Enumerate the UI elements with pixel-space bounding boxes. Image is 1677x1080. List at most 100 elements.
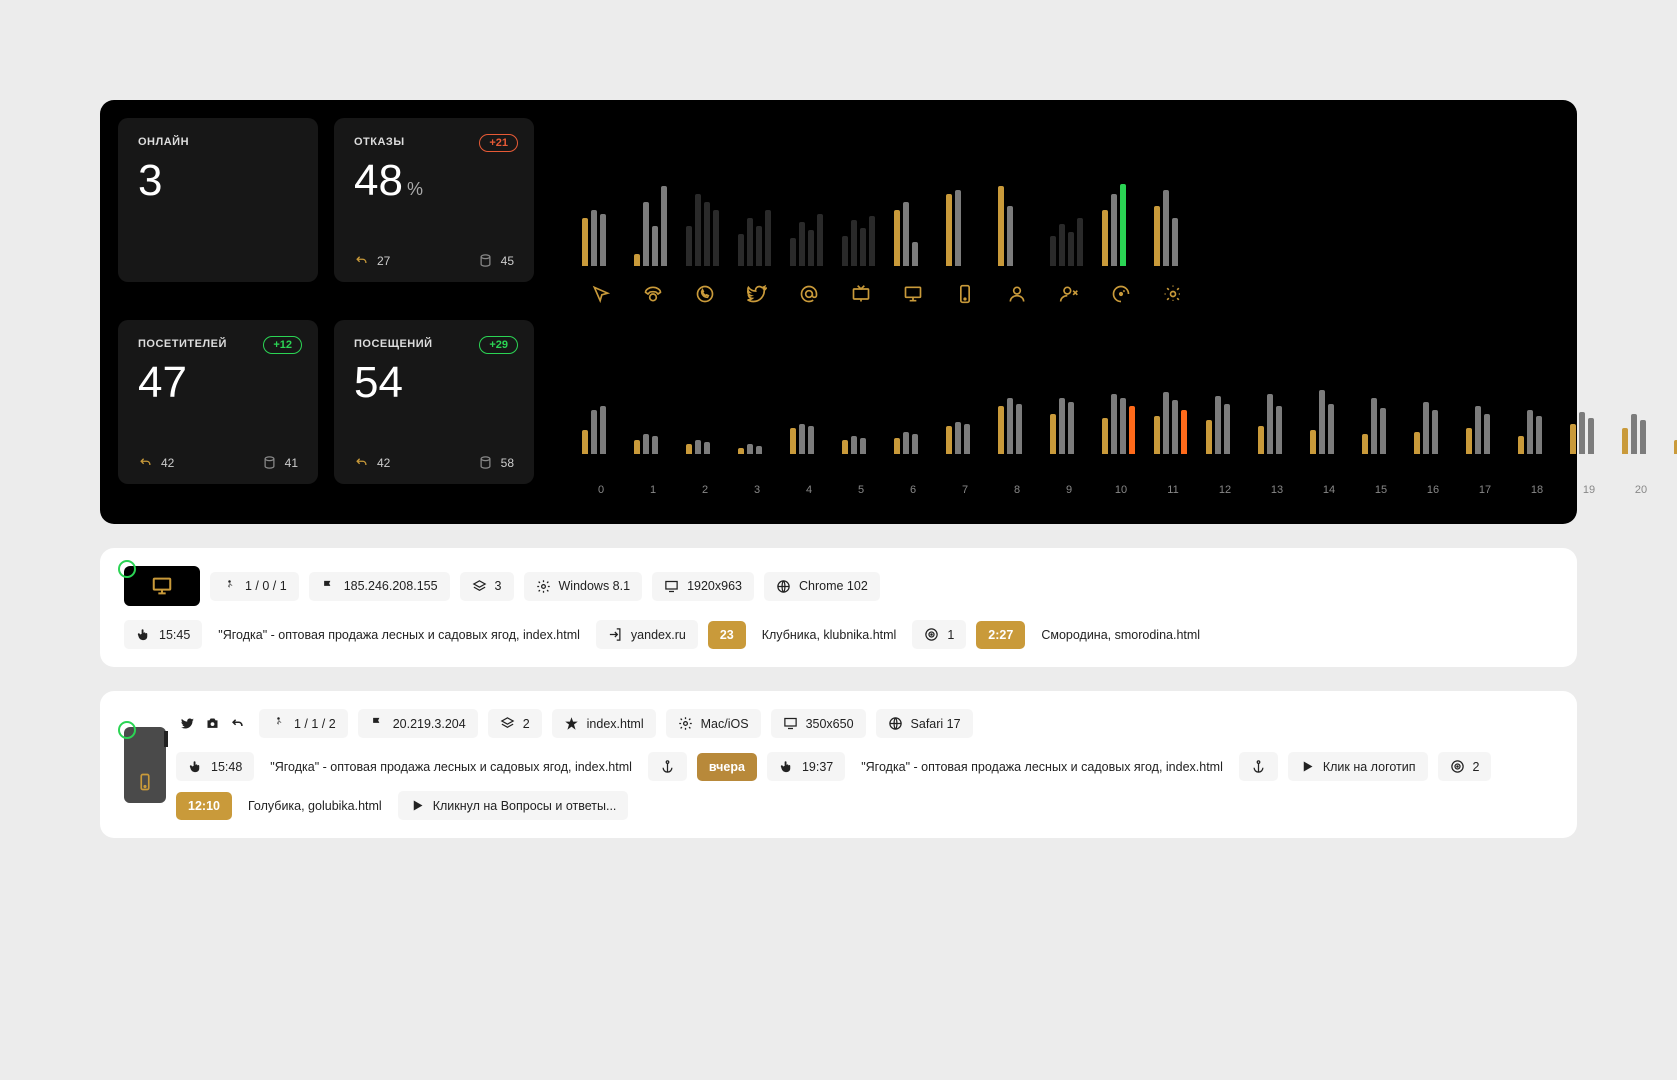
chip-ip[interactable]: 185.246.208.155: [309, 572, 450, 601]
timeline-page[interactable]: "Ягодка" - оптовая продажа лесных и садо…: [855, 753, 1229, 781]
hour-label: 14: [1310, 484, 1348, 496]
hour-label: 5: [842, 484, 880, 496]
footer-left: 42: [354, 455, 390, 470]
hour-label: 11: [1154, 484, 1192, 496]
undo-icon: [354, 253, 369, 268]
flag-icon: [321, 579, 336, 594]
sources-chart: [582, 146, 1677, 266]
timeline-time[interactable]: 15:45: [124, 620, 202, 649]
sources-icons: [582, 284, 1677, 304]
walk-icon: [222, 579, 237, 594]
timeline-event[interactable]: Клик на логотип: [1288, 752, 1428, 781]
at-icon[interactable]: [790, 284, 828, 304]
twitter-icon[interactable]: [738, 284, 776, 304]
hour-label: 20: [1622, 484, 1660, 496]
timeline-event[interactable]: Кликнул на Вопросы и ответы...: [398, 791, 629, 820]
hand-icon: [779, 759, 794, 774]
phone-rotary-icon[interactable]: [634, 284, 672, 304]
device-mobile-tile[interactable]: [124, 727, 166, 803]
database-icon: [478, 455, 493, 470]
chip-people[interactable]: 1 / 1 / 2: [259, 709, 348, 738]
charts-area: 01234567891011121314151617181920212223: [552, 118, 1677, 506]
visitor-timeline: 15:48 "Ягодка" - оптовая продажа лесных и…: [176, 752, 1553, 820]
chip-stack[interactable]: 2: [488, 709, 542, 738]
globe-icon: [888, 716, 903, 731]
whatsapp-icon[interactable]: [686, 284, 724, 304]
undo-icon: [354, 455, 369, 470]
timeline-page[interactable]: Смородина, smorodina.html: [1035, 621, 1206, 649]
timeline-duration: вчера: [697, 753, 757, 781]
hour-labels: 01234567891011121314151617181920212223: [582, 484, 1677, 496]
user-x-icon[interactable]: [1050, 284, 1088, 304]
hourly-chart: [582, 334, 1677, 454]
footer-right: 41: [262, 455, 298, 470]
timeline-anchor[interactable]: [648, 752, 687, 781]
hour-label: 6: [894, 484, 932, 496]
footer-left: 42: [138, 455, 174, 470]
timeline-time[interactable]: 15:48: [176, 752, 254, 781]
hour-label: 16: [1414, 484, 1452, 496]
desktop-icon: [151, 575, 173, 597]
database-icon: [478, 253, 493, 268]
device-desktop-tile[interactable]: [124, 566, 200, 606]
hour-label: 3: [738, 484, 776, 496]
database-icon: [262, 455, 277, 470]
hour-label: 13: [1258, 484, 1296, 496]
hour-label: 15: [1362, 484, 1400, 496]
timeline-page[interactable]: "Ягодка" - оптовая продажа лесных и садо…: [212, 621, 586, 649]
chip-os[interactable]: Mac/iOS: [666, 709, 761, 738]
chip-os[interactable]: Windows 8.1: [524, 572, 643, 601]
timeline-time[interactable]: 19:37: [767, 752, 845, 781]
footer-left: 27: [354, 253, 390, 268]
chip-stack[interactable]: 3: [460, 572, 514, 601]
timeline-anchor[interactable]: [1239, 752, 1278, 781]
hour-label: 9: [1050, 484, 1088, 496]
target-icon: [1450, 759, 1465, 774]
delta-badge: +29: [479, 336, 518, 354]
mobile-icon: [136, 773, 154, 791]
chip-browser[interactable]: Chrome 102: [764, 572, 880, 601]
cursor-icon[interactable]: [582, 284, 620, 304]
chip-people[interactable]: 1 / 0 / 1: [210, 572, 299, 601]
tv-icon[interactable]: [842, 284, 880, 304]
card-value: 3: [138, 156, 298, 206]
user-icon[interactable]: [998, 284, 1036, 304]
play-icon: [1300, 759, 1315, 774]
mobile-icon[interactable]: [946, 284, 984, 304]
chip-browser[interactable]: Safari 17: [876, 709, 973, 738]
globe-icon: [776, 579, 791, 594]
timeline-count[interactable]: 1: [912, 620, 966, 649]
desktop-icon[interactable]: [894, 284, 932, 304]
timeline-page[interactable]: Клубника, klubnika.html: [756, 621, 903, 649]
gear-icon: [536, 579, 551, 594]
timeline-page[interactable]: Голубика, golubika.html: [242, 792, 388, 820]
undo-icon[interactable]: [230, 716, 245, 731]
card-bounces[interactable]: ОТКАЗЫ +21 48% 27 45: [334, 118, 534, 282]
chip-ip[interactable]: 20.219.3.204: [358, 709, 478, 738]
hour-label: 18: [1518, 484, 1556, 496]
timeline-referrer[interactable]: yandex.ru: [596, 620, 698, 649]
walk-icon: [271, 716, 286, 731]
visitor-timeline: 15:45 "Ягодка" - оптовая продажа лесных и…: [124, 620, 1553, 649]
monitor-icon: [783, 716, 798, 731]
card-visitors[interactable]: ПОСЕТИТЕЛЕЙ +12 47 42 41: [118, 320, 318, 484]
delta-badge: +21: [479, 134, 518, 152]
undo-icon: [138, 455, 153, 470]
card-visits[interactable]: ПОСЕЩЕНИЙ +29 54 42 58: [334, 320, 534, 484]
timeline-duration: 2:27: [976, 621, 1025, 649]
exit-icon: [608, 627, 623, 642]
stats-dashboard: ОНЛАЙН 3 ОТКАЗЫ +21 48% 27 45 ПОСЕТИТЕЛЕ: [100, 100, 1577, 524]
camera-icon[interactable]: [205, 716, 220, 731]
chip-resolution[interactable]: 1920x963: [652, 572, 754, 601]
chip-entry[interactable]: index.html: [552, 709, 656, 738]
hour-label: 12: [1206, 484, 1244, 496]
timeline-count[interactable]: 2: [1438, 752, 1492, 781]
card-online[interactable]: ОНЛАЙН 3: [118, 118, 318, 282]
satellite-icon[interactable]: [1154, 284, 1192, 304]
timeline-page[interactable]: "Ягодка" - оптовая продажа лесных и садо…: [264, 753, 638, 781]
chip-resolution[interactable]: 350x650: [771, 709, 866, 738]
hand-icon: [188, 759, 203, 774]
gauge-icon[interactable]: [1102, 284, 1140, 304]
twitter-icon[interactable]: [180, 716, 195, 731]
hour-label: 0: [582, 484, 620, 496]
